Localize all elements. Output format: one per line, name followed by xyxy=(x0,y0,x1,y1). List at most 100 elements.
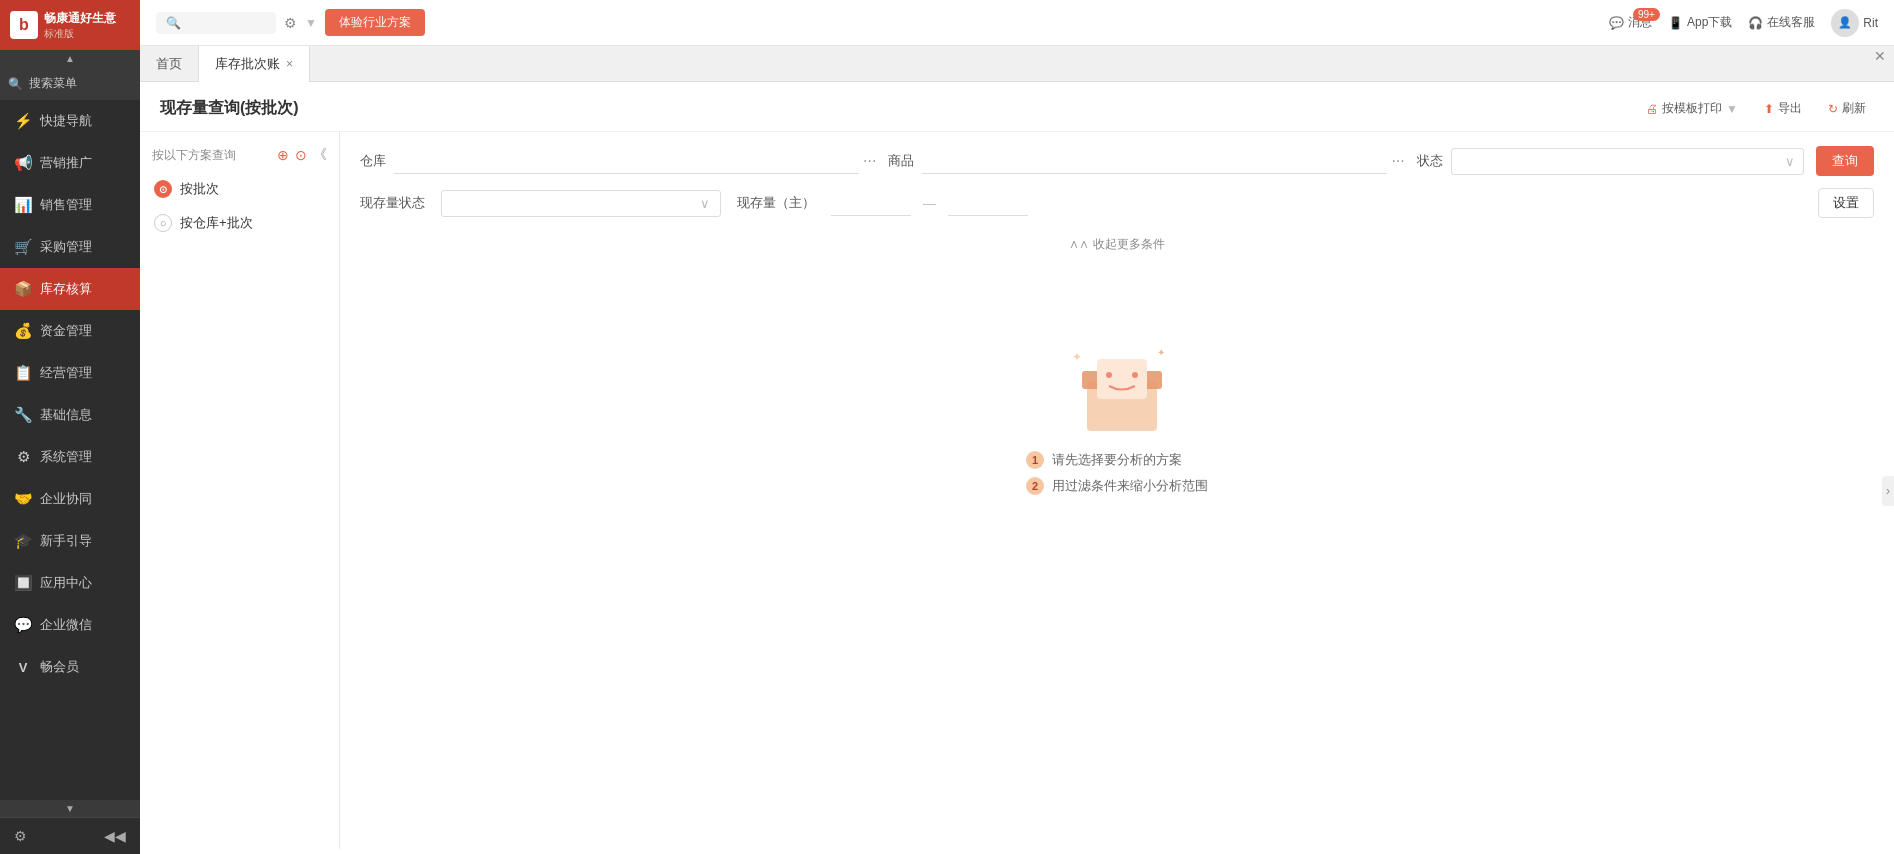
avatar: 👤 xyxy=(1831,9,1859,37)
left-panel-icons: ⊕ ⊙ 《 xyxy=(277,146,327,164)
print-btn[interactable]: 🖨 按模板打印 ▼ xyxy=(1638,96,1746,121)
sidebar-item-enterprise[interactable]: 🤝 企业协同 xyxy=(0,478,140,520)
sidebar-item-finance[interactable]: 💰 资金管理 xyxy=(0,310,140,352)
scheme-header-label: 按以下方案查询 xyxy=(152,147,236,164)
add-scheme-icon[interactable]: ⊕ xyxy=(277,147,289,163)
sidebar-item-operation[interactable]: 📋 经营管理 xyxy=(0,352,140,394)
product-dots[interactable]: ··· xyxy=(1391,152,1404,170)
vip-icon: V xyxy=(14,660,32,675)
status-filter-group: 状态 ∨ xyxy=(1417,148,1804,175)
product-input[interactable] xyxy=(922,148,1387,174)
warehouse-input[interactable] xyxy=(394,148,859,174)
sales-icon: 📊 xyxy=(14,196,32,214)
tab-inventory[interactable]: 库存批次账 × xyxy=(199,46,310,82)
tip-num-2: 2 xyxy=(1026,477,1044,495)
tab-home[interactable]: 首页 xyxy=(140,46,199,82)
export-btn[interactable]: ⬆ 导出 xyxy=(1756,96,1810,121)
svg-point-4 xyxy=(1132,372,1138,378)
sidebar-item-basic[interactable]: 🔧 基础信息 xyxy=(0,394,140,436)
sidebar-item-sales[interactable]: 📊 销售管理 xyxy=(0,184,140,226)
sidebar-item-wechat[interactable]: 💬 企业微信 xyxy=(0,604,140,646)
sidebar-item-system[interactable]: ⚙ 系统管理 xyxy=(0,436,140,478)
sidebar-item-vip[interactable]: V 畅会员 xyxy=(0,646,140,688)
sidebar-search[interactable]: 🔍 搜索菜单 xyxy=(0,67,140,100)
sidebar-item-purchase[interactable]: 🛒 采购管理 xyxy=(0,226,140,268)
right-panel: 仓库 ··· 商品 ··· 状态 ∨ xyxy=(340,132,1894,849)
enterprise-icon: 🤝 xyxy=(14,490,32,508)
messages-badge: 99+ xyxy=(1633,8,1660,21)
collapse-icon[interactable]: ◀◀ xyxy=(104,828,126,844)
tab-bar-close-btn[interactable]: ✕ xyxy=(1874,48,1886,64)
action-buttons: 查询 xyxy=(1816,146,1874,176)
sidebar-item-label: 采购管理 xyxy=(40,238,92,256)
collapse-row[interactable]: ∧∧ 收起更多条件 xyxy=(360,228,1874,261)
stock-qty-min[interactable] xyxy=(831,190,911,216)
product-label: 商品 xyxy=(888,152,914,170)
app-download-btn[interactable]: 📱 App下载 xyxy=(1668,14,1732,31)
stock-qty-max[interactable] xyxy=(948,190,1028,216)
apps-icon: 🔲 xyxy=(14,574,32,592)
messages-btn[interactable]: 💬 消息 99+ xyxy=(1609,14,1652,31)
sidebar-scroll-down[interactable]: ▼ xyxy=(0,800,140,817)
chevron-up-icon: ∧∧ xyxy=(1069,237,1089,251)
sidebar-item-newbie[interactable]: 🎓 新手引导 xyxy=(0,520,140,562)
sidebar-item-label: 畅会员 xyxy=(40,658,79,676)
topbar-gear-icon[interactable]: ⚙ xyxy=(284,15,297,31)
tab-close-btn[interactable]: × xyxy=(286,57,293,71)
empty-svg: ✦ ✦ xyxy=(1067,341,1177,441)
online-service-btn[interactable]: 🎧 在线客服 xyxy=(1748,14,1815,31)
online-service-label: 在线客服 xyxy=(1767,14,1815,31)
sidebar-item-label: 基础信息 xyxy=(40,406,92,424)
sidebar-item-quicknav[interactable]: ⚡ 快捷导航 xyxy=(0,100,140,142)
sidebar-nav: ⚡ 快捷导航 📢 营销推广 📊 销售管理 🛒 采购管理 📦 库存核算 💰 资金管… xyxy=(0,100,140,800)
sidebar-item-marketing[interactable]: 📢 营销推广 xyxy=(0,142,140,184)
stock-status-select[interactable]: ∨ xyxy=(441,190,721,217)
industry-btn[interactable]: 体验行业方案 xyxy=(325,9,425,36)
topbar-chevron-icon[interactable]: ▼ xyxy=(305,16,317,30)
collapse-label: 收起更多条件 xyxy=(1093,237,1165,251)
empty-tips: 1 请先选择要分析的方案 2 用过滤条件来缩小分析范围 xyxy=(1026,451,1208,495)
collapse-panel-icon[interactable]: 《 xyxy=(313,146,327,164)
status-chevron-icon: ∨ xyxy=(1785,154,1795,169)
scheme-dot-inactive: ○ xyxy=(154,214,172,232)
refresh-btn[interactable]: ↻ 刷新 xyxy=(1820,96,1874,121)
sidebar-item-label: 新手引导 xyxy=(40,532,92,550)
settings-icon[interactable]: ⚙ xyxy=(14,828,27,844)
gear-scheme-icon[interactable]: ⊙ xyxy=(295,147,307,163)
scheme-item-batch[interactable]: ⊙ 按批次 xyxy=(140,172,339,206)
sidebar-item-label: 销售管理 xyxy=(40,196,92,214)
scheme-dot-active: ⊙ xyxy=(154,180,172,198)
sidebar-item-apps[interactable]: 🔲 应用中心 xyxy=(0,562,140,604)
warehouse-label: 仓库 xyxy=(360,152,386,170)
user-avatar[interactable]: 👤 Rit xyxy=(1831,9,1878,37)
operation-icon: 📋 xyxy=(14,364,32,382)
topbar-left: 🔍 ⚙ ▼ 体验行业方案 xyxy=(156,9,425,36)
settings-btn[interactable]: 设置 xyxy=(1818,188,1874,218)
system-icon: ⚙ xyxy=(14,448,32,466)
sidebar-item-inventory[interactable]: 📦 库存核算 xyxy=(0,268,140,310)
right-panel-collapse-btn[interactable]: › xyxy=(1882,476,1894,506)
marketing-icon: 📢 xyxy=(14,154,32,172)
content-layout: 按以下方案查询 ⊕ ⊙ 《 ⊙ 按批次 ○ 按仓库+批次 xyxy=(140,132,1894,849)
sidebar-item-label: 营销推广 xyxy=(40,154,92,172)
tip-num-1: 1 xyxy=(1026,451,1044,469)
sidebar-item-label: 企业微信 xyxy=(40,616,92,634)
sidebar-item-label: 系统管理 xyxy=(40,448,92,466)
page-title: 现存量查询(按批次) xyxy=(160,98,299,119)
svg-rect-2 xyxy=(1097,359,1147,399)
warehouse-dots[interactable]: ··· xyxy=(863,152,876,170)
filter-row-1: 仓库 ··· 商品 ··· 状态 ∨ xyxy=(360,146,1874,176)
print-chevron-icon: ▼ xyxy=(1726,102,1738,116)
empty-state: ✦ ✦ 1 请先选择要分析的方案 2 用过滤条件来缩小分析范围 xyxy=(360,261,1874,575)
scheme-item-warehouse-batch[interactable]: ○ 按仓库+批次 xyxy=(140,206,339,240)
sidebar-footer: ⚙ ◀◀ xyxy=(0,817,140,854)
sidebar-item-label: 库存核算 xyxy=(40,280,92,298)
status-select[interactable]: ∨ xyxy=(1451,148,1804,175)
query-btn[interactable]: 查询 xyxy=(1816,146,1874,176)
topbar-search-box[interactable]: 🔍 xyxy=(156,12,276,34)
stock-status-label: 现存量状态 xyxy=(360,194,425,212)
sidebar: b 畅康通好生意 标准版 ▲ 🔍 搜索菜单 ⚡ 快捷导航 📢 营销推广 📊 销售… xyxy=(0,0,140,854)
sidebar-item-label: 应用中心 xyxy=(40,574,92,592)
sidebar-scroll-up[interactable]: ▲ xyxy=(0,50,140,67)
filter-row-2: 现存量状态 ∨ 现存量（主） — 设置 xyxy=(360,188,1874,218)
